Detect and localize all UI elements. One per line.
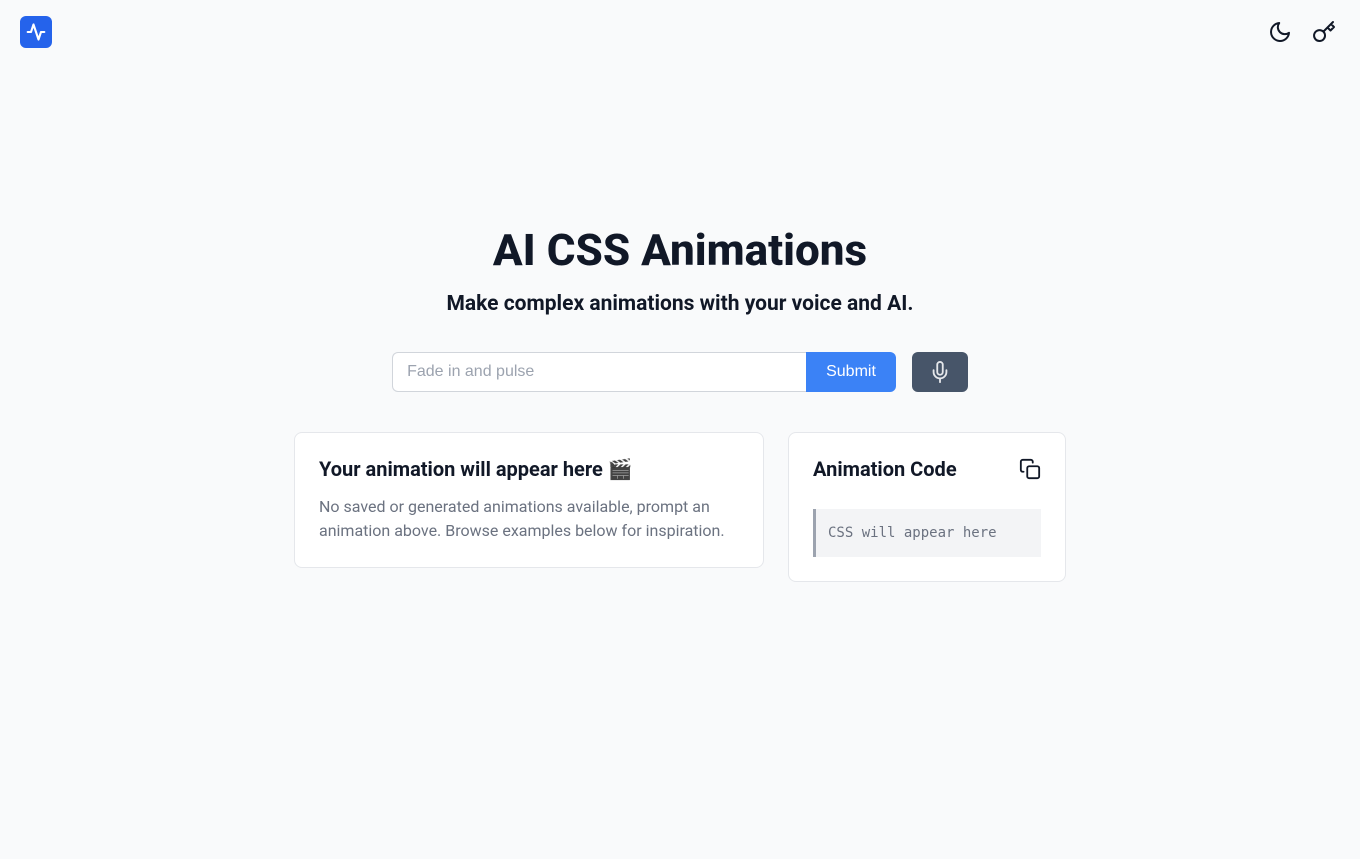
- activity-icon: [26, 22, 46, 42]
- copy-icon: [1019, 458, 1041, 480]
- header: [0, 0, 1360, 64]
- input-row: Submit: [392, 352, 968, 392]
- preview-card-description: No saved or generated animations availab…: [319, 495, 739, 543]
- code-card: Animation Code CSS will appear here: [788, 432, 1066, 582]
- logo[interactable]: [20, 16, 52, 48]
- code-output: CSS will appear here: [813, 509, 1041, 557]
- page-title: AI CSS Animations: [493, 224, 867, 276]
- theme-toggle-button[interactable]: [1264, 16, 1296, 48]
- code-card-header: Animation Code: [813, 457, 1041, 481]
- input-group: Submit: [392, 352, 896, 392]
- page-subtitle: Make complex animations with your voice …: [447, 292, 914, 316]
- preview-card-title: Your animation will appear here 🎬: [319, 457, 739, 481]
- key-icon: [1312, 20, 1336, 44]
- copy-code-button[interactable]: [1019, 458, 1041, 480]
- cards-row: Your animation will appear here 🎬 No sav…: [294, 432, 1066, 582]
- header-icons: [1264, 16, 1340, 48]
- moon-icon: [1268, 20, 1292, 44]
- prompt-input[interactable]: [392, 352, 806, 392]
- main-container: AI CSS Animations Make complex animation…: [0, 64, 1360, 582]
- code-card-title: Animation Code: [813, 457, 957, 481]
- submit-button[interactable]: Submit: [806, 352, 896, 392]
- api-key-button[interactable]: [1308, 16, 1340, 48]
- microphone-icon: [929, 361, 951, 383]
- voice-input-button[interactable]: [912, 352, 968, 392]
- preview-card: Your animation will appear here 🎬 No sav…: [294, 432, 764, 568]
